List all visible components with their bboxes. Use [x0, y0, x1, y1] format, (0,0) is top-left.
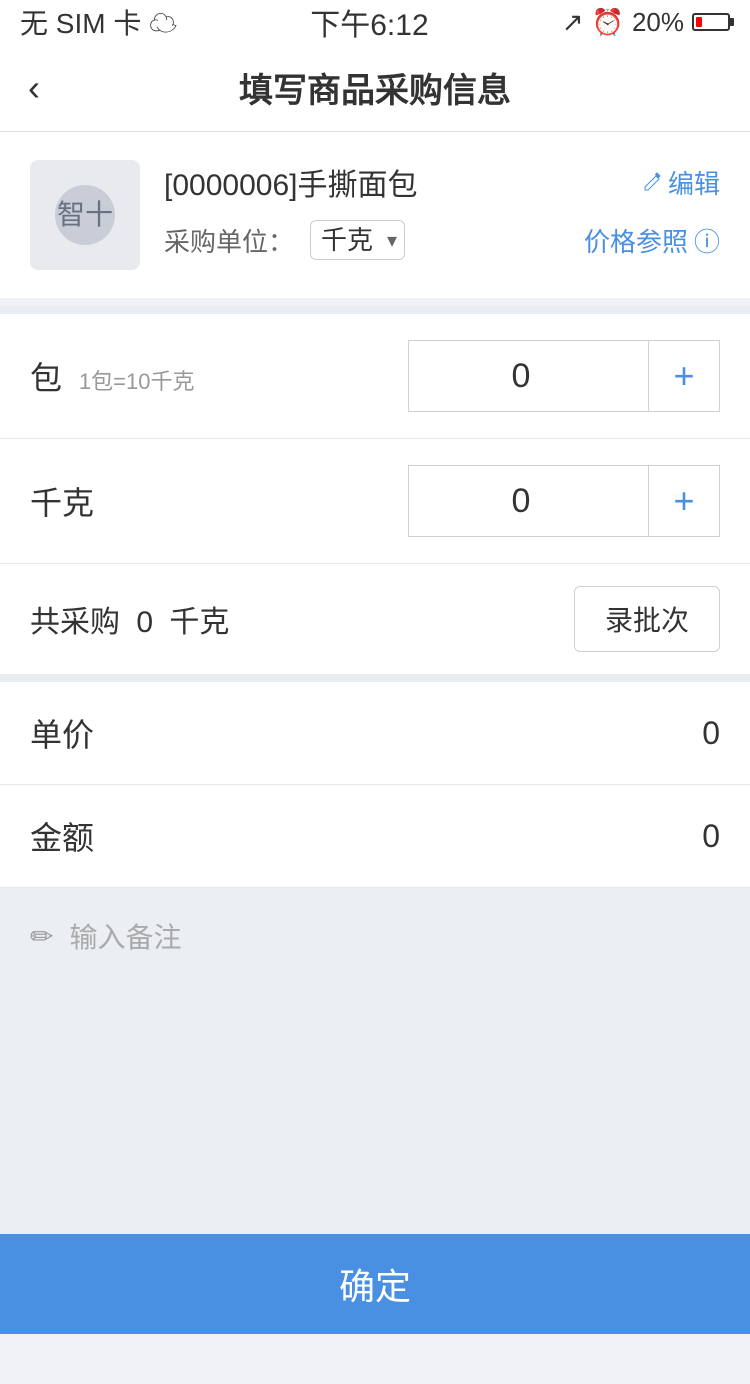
product-logo: 智十: [50, 180, 120, 250]
battery-icon: [692, 13, 730, 31]
price-ref-info-icon: ⓘ: [694, 222, 720, 259]
svg-text:智十: 智十: [57, 199, 113, 230]
kg-plus-button[interactable]: +: [648, 465, 720, 537]
bao-label: 包: [30, 360, 62, 396]
bao-quantity-input[interactable]: [408, 340, 648, 412]
confirm-bar[interactable]: 确定: [0, 1234, 750, 1334]
location-icon: ↗: [562, 7, 584, 38]
status-bar: 无 SIM 卡 ☁ 下午6:12 ↗ ⏰ 20%: [0, 0, 750, 44]
product-name: [0000006]手撕面包: [164, 160, 417, 204]
unit-select[interactable]: 千克 包: [310, 220, 405, 260]
page-title: 填写商品采购信息: [239, 63, 511, 112]
kg-quantity-input[interactable]: [408, 465, 648, 537]
total-row: 共采购 0 千克 录批次: [0, 564, 750, 682]
nav-bar: ‹ 填写商品采购信息: [0, 44, 750, 132]
bao-input-row: 包 1包=10千克 +: [0, 314, 750, 439]
edit-button[interactable]: 编辑: [642, 164, 720, 201]
status-time: 下午6:12: [310, 0, 428, 44]
unit-label: 采购单位：: [164, 222, 294, 259]
total-prefix: 共采购: [30, 606, 120, 639]
amount-row: 金额 0: [0, 785, 750, 888]
pencil-icon: ✏: [30, 920, 53, 953]
back-button[interactable]: ‹: [28, 67, 40, 109]
amount-value: 0: [702, 818, 720, 855]
unit-price-value: 0: [702, 715, 720, 752]
amount-label: 金额: [30, 813, 94, 859]
total-unit: 千克: [169, 606, 229, 639]
product-card: 智十 [0000006]手撕面包 编辑 采购单位：: [0, 132, 750, 306]
info-section: 单价 0 金额 0: [0, 682, 750, 888]
kg-label: 千克: [30, 485, 94, 521]
product-thumbnail: 智十: [30, 160, 140, 270]
total-text: 共采购 0 千克: [30, 597, 229, 641]
confirm-button[interactable]: 确定: [339, 1258, 411, 1310]
unit-select-wrapper[interactable]: 千克 包: [310, 220, 405, 260]
notes-section[interactable]: ✏ 输入备注: [0, 888, 750, 984]
batch-button[interactable]: 录批次: [574, 586, 720, 652]
bao-sub-label: 1包=10千克: [79, 369, 195, 394]
kg-input-right: +: [408, 465, 720, 537]
bao-plus-button[interactable]: +: [648, 340, 720, 412]
notes-placeholder: 输入备注: [69, 916, 181, 956]
unit-price-row: 单价 0: [0, 682, 750, 785]
edit-icon: [642, 171, 664, 193]
status-left: 无 SIM 卡 ☁: [20, 2, 177, 42]
total-amount: 0: [136, 606, 153, 639]
sim-status: 无 SIM 卡 ☁: [20, 2, 177, 42]
status-right: ↗ ⏰ 20%: [562, 7, 730, 38]
product-info: [0000006]手撕面包 编辑 采购单位： 千克 包: [164, 160, 720, 260]
edit-label: 编辑: [668, 164, 720, 201]
price-ref-label: 价格参照: [584, 222, 688, 259]
input-section: 包 1包=10千克 + 千克 +: [0, 314, 750, 564]
alarm-icon: ⏰: [592, 7, 624, 38]
price-reference-button[interactable]: 价格参照 ⓘ: [584, 222, 720, 259]
battery-percent: 20%: [632, 7, 684, 38]
unit-price-label: 单价: [30, 710, 94, 756]
section-divider-1: [0, 306, 750, 314]
kg-input-row: 千克 +: [0, 439, 750, 564]
bao-input-right: +: [408, 340, 720, 412]
